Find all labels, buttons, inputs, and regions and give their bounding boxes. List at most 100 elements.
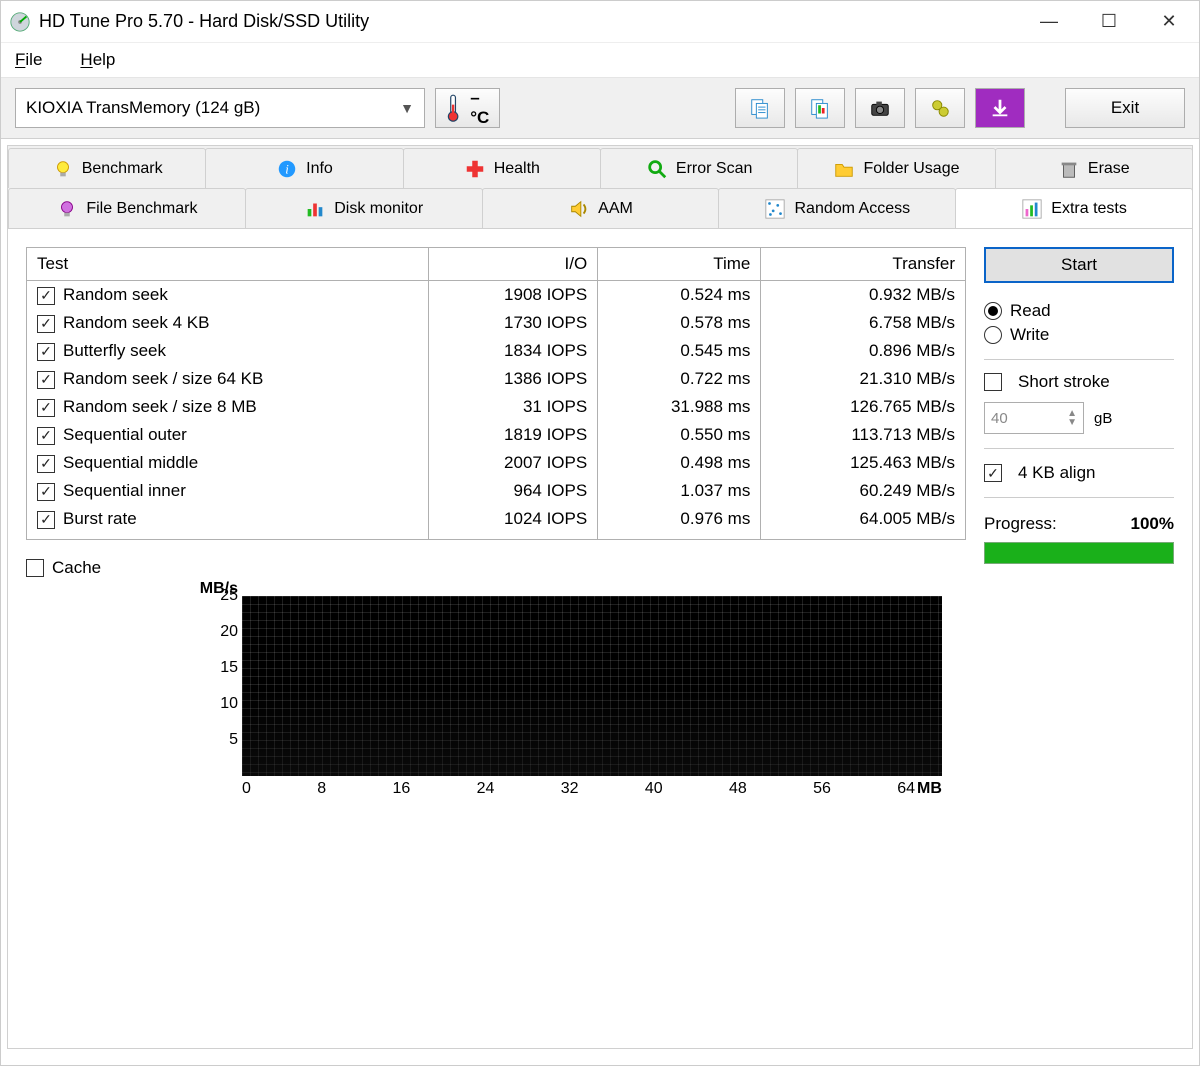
drive-select[interactable]: KIOXIA TransMemory (124 gB) ▼ (15, 88, 425, 128)
copy-image-button[interactable] (795, 88, 845, 128)
screenshot-button[interactable] (855, 88, 905, 128)
test-checkbox[interactable] (37, 427, 55, 445)
tests-table: Test I/O Time Transfer Random seek1908 I… (26, 247, 966, 540)
menu-file[interactable]: Filedocument.currentScript.previousSibli… (15, 50, 42, 70)
table-row[interactable]: Random seek / size 64 KB1386 IOPS0.722 m… (27, 365, 966, 393)
test-name: Random seek / size 64 KB (63, 369, 263, 388)
test-checkbox[interactable] (37, 371, 55, 389)
folder-yellow-icon (833, 158, 855, 180)
maximize-button[interactable]: ☐ (1079, 1, 1139, 42)
test-transfer: 113.713 MB/s (761, 421, 966, 449)
chart-plot (242, 596, 942, 776)
test-transfer: 64.005 MB/s (761, 505, 966, 540)
drive-select-label: KIOXIA TransMemory (124 gB) (26, 98, 260, 118)
table-row[interactable]: Random seek / size 8 MB31 IOPS31.988 ms1… (27, 393, 966, 421)
save-button[interactable] (975, 88, 1025, 128)
exit-button[interactable]: Exit (1065, 88, 1185, 128)
chart-x-tick: 0 (242, 780, 251, 798)
test-checkbox[interactable] (37, 287, 55, 305)
tab-health[interactable]: Health (403, 148, 601, 188)
tab-aam[interactable]: AAM (482, 188, 720, 228)
speaker-yellow-icon (568, 198, 590, 220)
tab-label: Health (494, 160, 540, 178)
test-name: Sequential outer (63, 425, 187, 444)
spinner-icon: ▲▼ (1067, 409, 1077, 427)
col-io[interactable]: I/O (428, 248, 597, 281)
test-checkbox[interactable] (37, 455, 55, 473)
tab-file-benchmark[interactable]: File Benchmark (8, 188, 246, 228)
align-label: 4 KB align (1018, 463, 1096, 483)
mode-read-radio[interactable]: Read (984, 301, 1174, 321)
table-row[interactable]: Burst rate1024 IOPS0.976 ms64.005 MB/s (27, 505, 966, 540)
tab-erase[interactable]: Erase (995, 148, 1193, 188)
test-name: Sequential inner (63, 481, 186, 500)
tab-folder-usage[interactable]: Folder Usage (797, 148, 995, 188)
chart-x-unit: MB (917, 780, 942, 797)
plus-red-icon (464, 158, 486, 180)
bulb-purple-icon (56, 198, 78, 220)
test-time: 1.037 ms (598, 477, 761, 505)
mode-write-radio[interactable]: Write (984, 325, 1174, 345)
tab-extra-tests[interactable]: Extra tests (955, 188, 1193, 228)
minimize-button[interactable]: — (1019, 1, 1079, 42)
trash-gray-icon (1058, 158, 1080, 180)
tab-benchmark[interactable]: Benchmark (8, 148, 206, 188)
tab-info[interactable]: iInfo (205, 148, 403, 188)
table-row[interactable]: Sequential outer 1819 IOPS0.550 ms113.713… (27, 421, 966, 449)
short-stroke-unit: gB (1094, 410, 1112, 427)
test-checkbox[interactable] (37, 399, 55, 417)
test-checkbox[interactable] (37, 511, 55, 529)
chart-x-tick: 16 (392, 780, 410, 798)
table-row[interactable]: Sequential inner964 IOPS1.037 ms60.249 M… (27, 477, 966, 505)
chart-y-tick: 15 (220, 659, 238, 677)
table-row[interactable]: Random seek 4 KB1730 IOPS0.578 ms6.758 M… (27, 309, 966, 337)
titlebar: HD Tune Pro 5.70 - Hard Disk/SSD Utility… (1, 1, 1199, 43)
align-checkbox[interactable] (984, 464, 1002, 482)
chart-x-tick: 24 (477, 780, 495, 798)
test-checkbox[interactable] (37, 315, 55, 333)
progress-bar (984, 542, 1174, 564)
test-checkbox[interactable] (37, 483, 55, 501)
table-row[interactable]: Butterfly seek1834 IOPS0.545 ms0.896 MB/… (27, 337, 966, 365)
copy-text-icon (749, 97, 771, 119)
test-transfer: 21.310 MB/s (761, 365, 966, 393)
close-button[interactable]: ✕ (1139, 1, 1199, 42)
table-row[interactable]: Sequential middle2007 IOPS0.498 ms125.46… (27, 449, 966, 477)
test-transfer: 60.249 MB/s (761, 477, 966, 505)
tab-label: Error Scan (676, 160, 752, 178)
col-time[interactable]: Time (598, 248, 761, 281)
start-label: Start (1061, 255, 1097, 275)
chart-y-tick: 10 (220, 695, 238, 713)
test-time: 0.550 ms (598, 421, 761, 449)
copy-image-icon (809, 97, 831, 119)
tab-error-scan[interactable]: Error Scan (600, 148, 798, 188)
toolbar: KIOXIA TransMemory (124 gB) ▼ – °C Exit (1, 77, 1199, 139)
copy-text-button[interactable] (735, 88, 785, 128)
test-time: 0.578 ms (598, 309, 761, 337)
test-io: 1819 IOPS (428, 421, 597, 449)
table-row[interactable]: Random seek1908 IOPS0.524 ms0.932 MB/s (27, 281, 966, 310)
cache-label: Cache (52, 558, 101, 578)
test-transfer: 0.896 MB/s (761, 337, 966, 365)
read-label: Read (1010, 301, 1051, 321)
test-checkbox[interactable] (37, 343, 55, 361)
test-io: 1730 IOPS (428, 309, 597, 337)
tab-label: Benchmark (82, 160, 163, 178)
chart-area: MB/s 510152025 (186, 596, 966, 776)
tab-label: Erase (1088, 160, 1130, 178)
short-stroke-checkbox[interactable] (984, 373, 1002, 391)
cache-checkbox[interactable] (26, 559, 44, 577)
options-button[interactable] (915, 88, 965, 128)
col-transfer[interactable]: Transfer (761, 248, 966, 281)
col-test[interactable]: Test (27, 248, 429, 281)
chart-y-tick: 20 (220, 623, 238, 641)
tab-disk-monitor[interactable]: Disk monitor (245, 188, 483, 228)
tab-random-access[interactable]: Random Access (718, 188, 956, 228)
start-button[interactable]: Start (984, 247, 1174, 283)
menu-help[interactable]: Help (80, 50, 115, 70)
tab-label: Folder Usage (863, 160, 959, 178)
test-time: 0.976 ms (598, 505, 761, 540)
test-io: 2007 IOPS (428, 449, 597, 477)
temperature-button[interactable]: – °C (435, 88, 500, 128)
short-stroke-value-input[interactable]: 40 ▲▼ (984, 402, 1084, 434)
